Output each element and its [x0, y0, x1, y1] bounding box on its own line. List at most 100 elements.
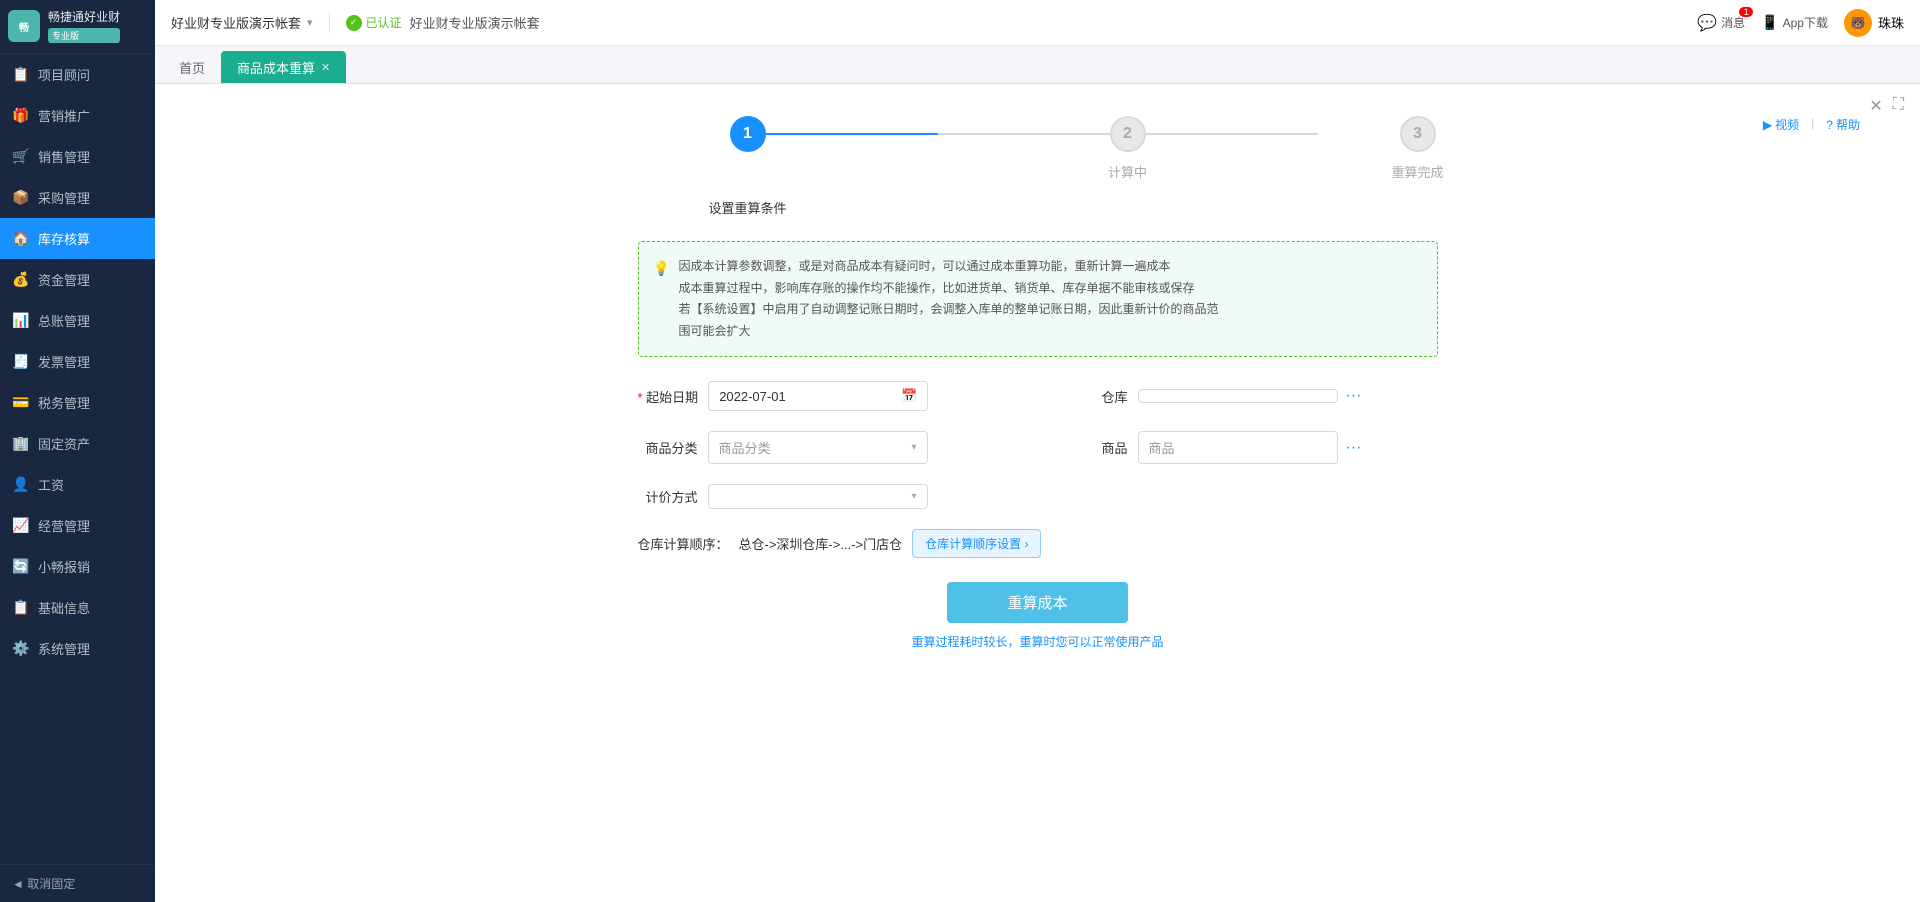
sidebar-item-finance[interactable]: 💰 资金管理	[0, 259, 155, 300]
tab-recalc[interactable]: 商品成本重算 ✕	[221, 51, 346, 83]
marketing-icon: 🎁	[12, 107, 30, 124]
sidebar-item-basic[interactable]: 📋 基础信息	[0, 587, 155, 628]
form-row-3: 计价方式 ▾	[638, 484, 1438, 509]
sidebar-item-assets[interactable]: 🏢 固定资产	[0, 423, 155, 464]
unpin-label: ◄ 取消固定	[12, 875, 75, 892]
payroll-icon: 👤	[12, 476, 30, 493]
step-3-number: 3	[1413, 125, 1422, 143]
warehouse-group: 仓库 ···	[1068, 381, 1438, 411]
avatar-emoji: 🐻	[1851, 16, 1866, 30]
help-label: 帮助	[1836, 116, 1860, 133]
calendar-icon[interactable]: 📅	[901, 388, 917, 404]
warehouse-dots-button[interactable]: ···	[1338, 381, 1370, 411]
goods-label: 商品	[1068, 438, 1138, 457]
sidebar-item-inventory[interactable]: 🏠 库存核算	[0, 218, 155, 259]
sidebar-item-operations[interactable]: 📈 经营管理	[0, 505, 155, 546]
avatar: 🐻	[1844, 9, 1872, 37]
step-2: 2 计算中	[938, 116, 1318, 181]
goods-dots-button[interactable]: ···	[1338, 433, 1370, 463]
category-chevron-icon: ▾	[911, 442, 916, 453]
sidebar-item-payroll[interactable]: 👤 工资	[0, 464, 155, 505]
content-area: ✕ ⛶ 1 设置重算条件 2 计算中	[155, 84, 1920, 902]
content-actions: ✕ ⛶	[1869, 96, 1904, 116]
app-download-icon: 📱	[1761, 14, 1778, 31]
price-method-chevron-icon: ▾	[911, 491, 916, 502]
sidebar-logo: 畅	[8, 10, 40, 42]
project-icon: 📋	[12, 66, 30, 83]
sidebar-label-marketing: 营销推广	[38, 106, 90, 125]
form-row-1: 起始日期 2022-07-01 📅 仓库 ···	[638, 381, 1438, 411]
sidebar-item-expense[interactable]: 🔄 小畅报销	[0, 546, 155, 587]
video-label: 视频	[1775, 116, 1799, 133]
app-download-button[interactable]: 📱 App下载	[1761, 14, 1828, 31]
step-2-circle: 2	[1110, 116, 1146, 152]
verified-badge: ✓ 已认证	[346, 14, 402, 31]
video-link[interactable]: ▶ 视频	[1763, 116, 1799, 133]
sidebar-item-sales[interactable]: 🛒 销售管理	[0, 136, 155, 177]
sidebar-item-tax[interactable]: 💳 税务管理	[0, 382, 155, 423]
help-circle-icon: ?	[1826, 118, 1833, 132]
notice-line-4: 围可能会扩大	[679, 321, 1421, 343]
sidebar-label-assets: 固定资产	[38, 434, 90, 453]
sidebar-label-basic: 基础信息	[38, 598, 90, 617]
messages-badge: 1	[1739, 7, 1753, 17]
goods-input[interactable]: 商品	[1138, 431, 1338, 464]
step-3-label: 重算完成	[1391, 162, 1443, 181]
video-icon: ▶	[1763, 118, 1772, 132]
notice-box: 💡 因成本计算参数调整，或是对商品成本有疑问时，可以通过成本重算功能，重新计算一…	[638, 241, 1438, 357]
sidebar-label-inventory: 库存核算	[38, 229, 90, 248]
start-date-input[interactable]: 2022-07-01 📅	[708, 381, 928, 411]
start-date-group: 起始日期 2022-07-01 📅	[638, 381, 1008, 411]
tabbar: 首页 商品成本重算 ✕	[155, 46, 1920, 84]
price-method-select[interactable]: ▾	[708, 484, 928, 509]
recalc-button[interactable]: 重算成本	[947, 582, 1127, 623]
topbar-actions: 💬 消息 1 📱 App下载 🐻 珠珠	[1697, 9, 1904, 37]
main-area: 好业财专业版演示帐套 ▾ ✓ 已认证 好业财专业版演示帐套 💬 消息 1 📱 A…	[155, 0, 1920, 902]
sidebar-label-operations: 经营管理	[38, 516, 90, 535]
step-1-circle: 1	[730, 116, 766, 152]
sidebar-item-invoice[interactable]: 🧾 发票管理	[0, 341, 155, 382]
help-link-btn[interactable]: ? 帮助	[1826, 116, 1860, 133]
tab-close-icon[interactable]: ✕	[321, 61, 330, 74]
sidebar-label-sales: 销售管理	[38, 147, 90, 166]
help-links: ▶ 视频 | ? 帮助	[1763, 116, 1860, 133]
warehouse-order-row: 仓库计算顺序： 总仓->深圳仓库->...->门店仓 仓库计算顺序设置 ›	[638, 529, 1438, 558]
close-panel-button[interactable]: ✕	[1869, 96, 1882, 116]
category-select[interactable]: 商品分类 ▾	[708, 431, 928, 464]
sidebar-item-ledger[interactable]: 📊 总账管理	[0, 300, 155, 341]
ledger-icon: 📊	[12, 312, 30, 329]
warehouse-label: 仓库	[1068, 387, 1138, 406]
system-icon: ⚙️	[12, 640, 30, 657]
notice-icon: 💡	[653, 256, 670, 281]
finance-icon: 💰	[12, 271, 30, 288]
warehouse-order-text: 总仓->深圳仓库->...->门店仓	[739, 534, 903, 553]
form-row-2: 商品分类 商品分类 ▾ 商品 商品 ···	[638, 431, 1438, 464]
category-group: 商品分类 商品分类 ▾	[638, 431, 1008, 464]
start-date-value: 2022-07-01	[719, 389, 786, 404]
sidebar-item-purchase[interactable]: 📦 采购管理	[0, 177, 155, 218]
account-selector[interactable]: 好业财专业版演示帐套 ▾	[171, 13, 313, 32]
sidebar-item-project[interactable]: 📋 项目顾问	[0, 54, 155, 95]
warehouse-input[interactable]	[1138, 389, 1338, 403]
sidebar-unpin-button[interactable]: ◄ 取消固定	[0, 864, 155, 902]
messages-button[interactable]: 💬 消息 1	[1697, 13, 1745, 33]
sidebar-label-invoice: 发票管理	[38, 352, 90, 371]
invoice-icon: 🧾	[12, 353, 30, 370]
tab-home[interactable]: 首页	[163, 51, 221, 83]
sidebar-item-system[interactable]: ⚙️ 系统管理	[0, 628, 155, 669]
category-label: 商品分类	[638, 438, 708, 457]
warehouse-order-settings-button[interactable]: 仓库计算顺序设置 ›	[912, 529, 1041, 558]
step-2-number: 2	[1123, 125, 1132, 143]
operations-icon: 📈	[12, 517, 30, 534]
price-method-group: 计价方式 ▾	[638, 484, 1438, 509]
goods-placeholder: 商品	[1149, 438, 1175, 457]
tab-recalc-label: 商品成本重算	[237, 58, 315, 77]
topbar: 好业财专业版演示帐套 ▾ ✓ 已认证 好业财专业版演示帐套 💬 消息 1 📱 A…	[155, 0, 1920, 46]
sidebar-item-marketing[interactable]: 🎁 营销推广	[0, 95, 155, 136]
expense-icon: 🔄	[12, 558, 30, 575]
user-menu[interactable]: 🐻 珠珠	[1844, 9, 1904, 37]
purchase-icon: 📦	[12, 189, 30, 206]
verified-label: 已认证	[366, 14, 402, 31]
expand-panel-button[interactable]: ⛶	[1893, 96, 1904, 116]
price-method-label: 计价方式	[638, 487, 708, 506]
